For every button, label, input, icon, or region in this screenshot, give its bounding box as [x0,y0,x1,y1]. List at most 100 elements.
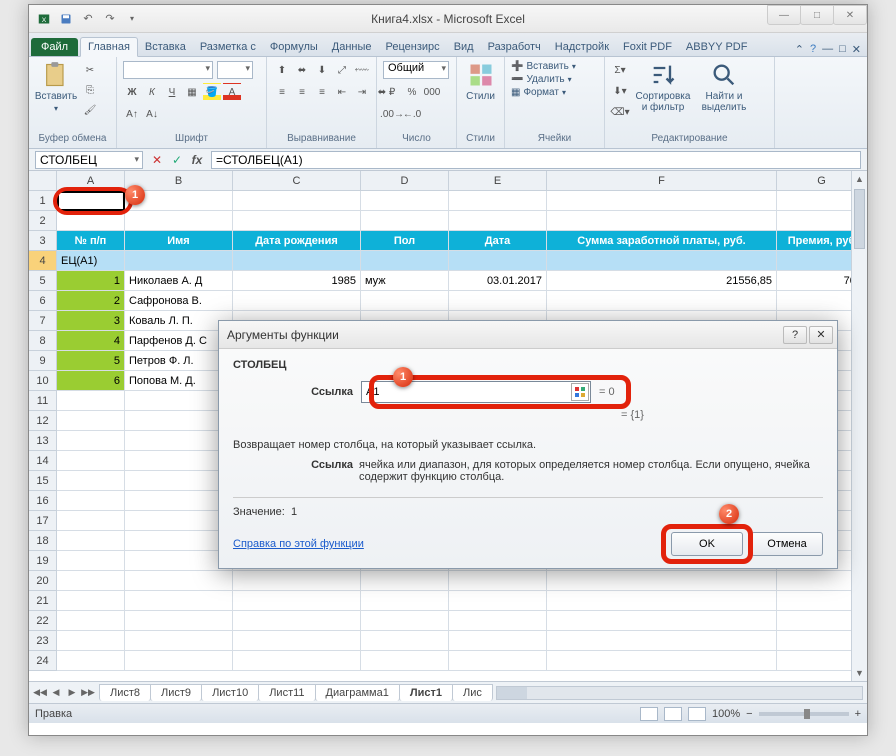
cell[interactable] [125,411,233,431]
row-header[interactable]: 1 [29,191,57,211]
cell[interactable] [125,471,233,491]
cell[interactable] [233,251,361,271]
tab-home[interactable]: Главная [80,37,138,57]
row-header[interactable]: 20 [29,571,57,591]
cell[interactable] [361,611,449,631]
cell[interactable]: Пол [361,231,449,251]
formula-input[interactable]: =СТОЛБЕЦ(A1) [211,151,861,169]
cell[interactable] [449,571,547,591]
decrease-decimal-icon[interactable]: ←.0 [403,105,421,123]
cell[interactable] [125,551,233,571]
col-header[interactable]: D [361,171,449,191]
cell[interactable]: Дата рождения [233,231,361,251]
accept-formula-icon[interactable]: ✓ [169,153,185,167]
tab-developer[interactable]: Разработч [481,38,548,56]
format-cells-button[interactable]: ▦Формат▾ [511,87,566,98]
function-help-link[interactable]: Справка по этой функции [233,538,364,550]
scroll-thumb[interactable] [854,189,865,249]
insert-function-icon[interactable]: fx [189,153,205,167]
cell[interactable] [57,631,125,651]
cell[interactable] [125,531,233,551]
cell[interactable] [547,571,777,591]
tab-review[interactable]: Рецензирс [379,38,447,56]
tab-file[interactable]: Файл [31,38,78,56]
zoom-out-icon[interactable]: − [746,708,752,720]
sheet-tab[interactable]: Лист9 [150,684,202,701]
cell[interactable] [449,211,547,231]
cell[interactable] [233,211,361,231]
cell[interactable]: Коваль Л. П. [125,311,233,331]
cell[interactable] [233,651,361,671]
sheet-tab[interactable]: Лист11 [258,684,315,701]
view-layout-icon[interactable] [664,707,682,721]
cell[interactable] [125,391,233,411]
font-size-combo[interactable] [217,61,253,79]
cell[interactable] [125,431,233,451]
sheet-prev-icon[interactable]: ◀ [49,687,63,698]
cell[interactable]: Сумма заработной платы, руб. [547,231,777,251]
percent-icon[interactable]: % [403,83,421,101]
cell[interactable]: 21556,85 [547,271,777,291]
orientation-icon[interactable]: ⤢ [333,61,351,79]
underline-icon[interactable]: Ч [163,83,181,101]
row-header[interactable]: 3 [29,231,57,251]
tab-foxit[interactable]: Foxit PDF [616,38,679,56]
cut-icon[interactable]: ✂ [81,61,99,79]
indent-dec-icon[interactable]: ⇤ [333,83,351,101]
dialog-help-button[interactable]: ? [783,326,807,344]
cell[interactable] [125,631,233,651]
row-header[interactable]: 4 [29,251,57,271]
font-color-icon[interactable]: A [223,83,241,101]
redo-icon[interactable]: ↷ [101,10,119,28]
row-header[interactable]: 22 [29,611,57,631]
cell[interactable] [547,591,777,611]
row-header[interactable]: 15 [29,471,57,491]
close-button[interactable]: ✕ [833,5,867,25]
italic-icon[interactable]: К [143,83,161,101]
cell[interactable] [125,611,233,631]
doc-restore-icon[interactable]: □ [839,43,846,56]
row-header[interactable]: 8 [29,331,57,351]
range-selector-icon[interactable] [571,383,589,401]
currency-icon[interactable]: ₽ [383,83,401,101]
cell[interactable]: 4 [57,331,125,351]
qat-dropdown-icon[interactable]: ▾ [123,10,141,28]
cell[interactable] [57,411,125,431]
sheet-tab[interactable]: Диаграмма1 [315,684,400,701]
cell[interactable] [547,291,777,311]
doc-minimize-icon[interactable]: — [822,43,833,56]
cell[interactable] [57,191,125,211]
paste-button[interactable]: Вставить ▾ [35,61,77,113]
row-header[interactable]: 2 [29,211,57,231]
cell[interactable] [449,651,547,671]
row-header[interactable]: 23 [29,631,57,651]
styles-button[interactable]: Стили [463,61,498,102]
comma-icon[interactable]: 000 [423,83,441,101]
cell[interactable]: Петров Ф. Л. [125,351,233,371]
cell[interactable]: 2 [57,291,125,311]
cell[interactable] [361,591,449,611]
cell[interactable] [547,651,777,671]
format-painter-icon[interactable]: 🖌 [81,101,99,119]
align-top-icon[interactable]: ⬆ [273,61,291,79]
row-header[interactable]: 24 [29,651,57,671]
cell[interactable] [57,651,125,671]
cell[interactable] [57,511,125,531]
cancel-button[interactable]: Отмена [751,532,823,556]
cell[interactable]: 1985 [233,271,361,291]
sheet-tab-active[interactable]: Лист1 [399,684,453,701]
row-header[interactable]: 6 [29,291,57,311]
cell[interactable] [361,651,449,671]
align-bottom-icon[interactable]: ⬇ [313,61,331,79]
scroll-down-icon[interactable]: ▼ [852,665,867,681]
cell[interactable] [233,291,361,311]
cell[interactable] [233,631,361,651]
insert-cells-button[interactable]: ➕Вставить▾ [511,61,576,72]
delete-cells-button[interactable]: ➖Удалить▾ [511,74,572,85]
cell[interactable]: 3 [57,311,125,331]
cell[interactable] [57,431,125,451]
indent-inc-icon[interactable]: ⇥ [353,83,371,101]
row-header[interactable]: 9 [29,351,57,371]
sheet-last-icon[interactable]: ▶▶ [81,687,95,698]
cell[interactable]: Парфенов Д. С [125,331,233,351]
